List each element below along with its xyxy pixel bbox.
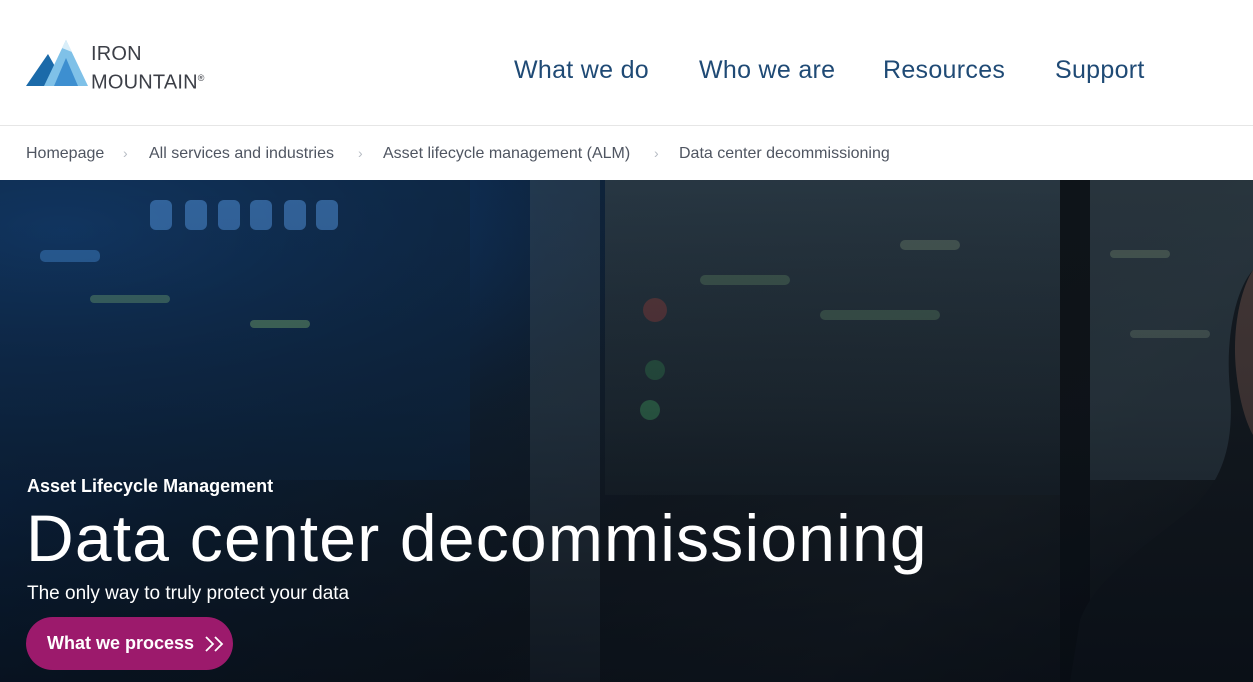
nav-who-we-are[interactable]: Who we are xyxy=(699,54,835,86)
chevron-right-icon: › xyxy=(123,145,128,161)
hero-overlay xyxy=(0,180,1253,682)
main-nav: What we do Who we are Resources Support xyxy=(0,54,1253,86)
page-title: Data center decommissioning xyxy=(26,501,928,575)
hero-banner: Asset Lifecycle Management Data center d… xyxy=(0,180,1253,682)
breadcrumb-current-page: Data center decommissioning xyxy=(679,145,890,162)
chevron-right-icon: › xyxy=(358,145,363,161)
chevron-right-icon: › xyxy=(654,145,659,161)
double-chevron-right-icon xyxy=(205,635,224,652)
site-header: IRON MOUNTAIN® What we do Who we are Res… xyxy=(0,0,1253,126)
nav-what-we-do[interactable]: What we do xyxy=(514,54,649,86)
breadcrumb-alm[interactable]: Asset lifecycle management (ALM) xyxy=(383,144,630,164)
breadcrumb-homepage[interactable]: Homepage xyxy=(26,144,104,164)
what-we-process-button[interactable]: What we process xyxy=(26,617,233,670)
hero-subtitle: The only way to truly protect your data xyxy=(27,583,350,604)
nav-support[interactable]: Support xyxy=(1055,54,1145,86)
breadcrumb-all-services[interactable]: All services and industries xyxy=(149,144,334,164)
hero-eyebrow: Asset Lifecycle Management xyxy=(27,476,274,496)
nav-resources[interactable]: Resources xyxy=(883,54,1005,86)
breadcrumb: Homepage › All services and industries ›… xyxy=(0,127,1253,180)
cta-label: What we process xyxy=(47,633,195,653)
